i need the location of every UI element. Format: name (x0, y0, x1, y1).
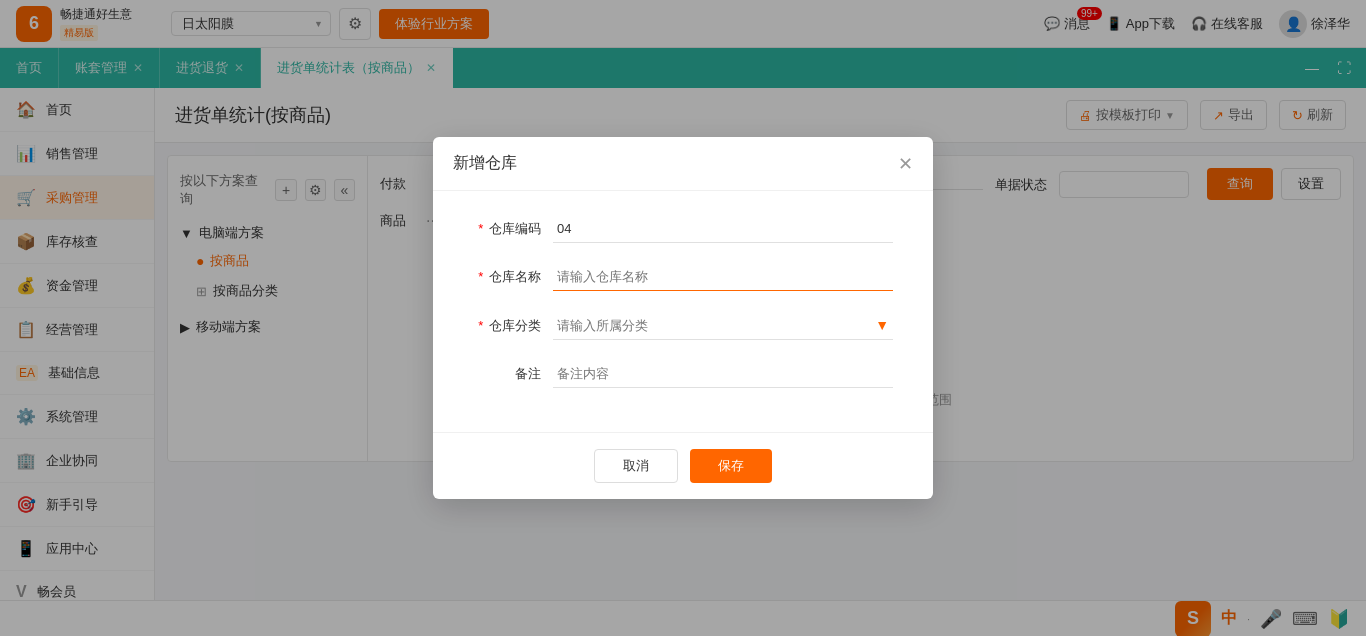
form-row-code: * 仓库编码 (473, 215, 893, 243)
modal-close-button[interactable]: ✕ (898, 155, 913, 173)
required-star-name: * (478, 269, 483, 284)
code-label: * 仓库编码 (473, 220, 553, 238)
modal-overlay[interactable]: 新增仓库 ✕ * 仓库编码 * 仓库名称 (0, 0, 1366, 636)
required-star: * (478, 221, 483, 236)
name-label: * 仓库名称 (473, 268, 553, 286)
modal-title: 新增仓库 (453, 153, 517, 174)
required-star-category: * (478, 318, 483, 333)
category-label: * 仓库分类 (473, 317, 553, 335)
warehouse-name-input[interactable] (553, 263, 893, 291)
category-select-row[interactable]: ▼ (553, 311, 893, 340)
category-select-input[interactable] (557, 318, 875, 333)
modal-footer: 取消 保存 (433, 432, 933, 499)
warehouse-code-input[interactable] (553, 215, 893, 243)
form-row-category: * 仓库分类 ▼ (473, 311, 893, 340)
remark-label: 备注 (473, 365, 553, 383)
modal-header: 新增仓库 ✕ (433, 137, 933, 191)
cancel-button[interactable]: 取消 (594, 449, 678, 483)
category-dropdown-icon[interactable]: ▼ (875, 317, 889, 333)
form-row-name: * 仓库名称 (473, 263, 893, 291)
add-warehouse-modal: 新增仓库 ✕ * 仓库编码 * 仓库名称 (433, 137, 933, 499)
remark-input[interactable] (553, 360, 893, 388)
save-button[interactable]: 保存 (690, 449, 772, 483)
modal-body: * 仓库编码 * 仓库名称 * 仓库分类 (433, 191, 933, 432)
form-row-remark: 备注 (473, 360, 893, 388)
